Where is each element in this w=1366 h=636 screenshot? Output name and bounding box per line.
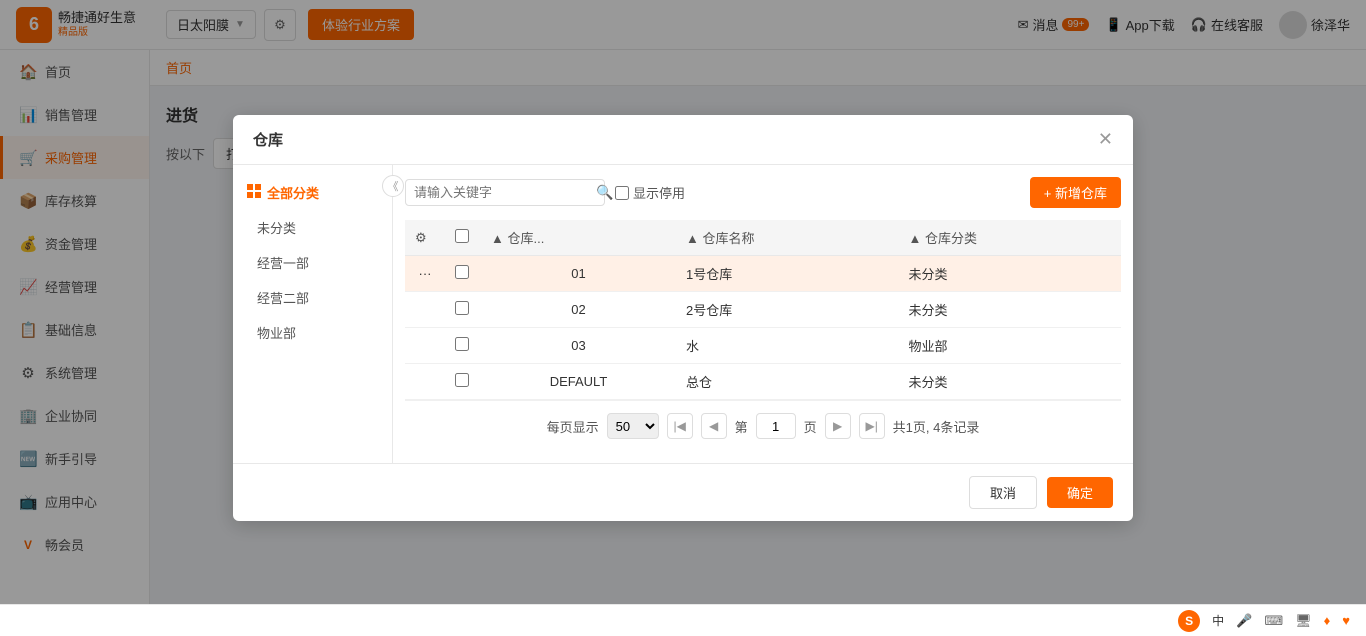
dialog-close-button[interactable]: ✕ (1098, 129, 1113, 150)
first-page-button[interactable]: |◀ (667, 413, 693, 439)
category-item-ops1[interactable]: 经营一部 (233, 245, 392, 280)
row-gear: ··· (405, 256, 445, 292)
row-gear (405, 364, 445, 400)
row-name: 1号仓库 (676, 256, 898, 292)
show-disabled-text: 显示停用 (633, 183, 685, 202)
col-checkbox (445, 220, 481, 256)
show-disabled-label[interactable]: 显示停用 (615, 183, 685, 202)
pagination: 每页显示 50 100 200 |◀ ◀ 第 页 ▶ ▶| 共1页, 4条记录 (405, 400, 1121, 451)
mic-icon: 🎤 (1236, 613, 1252, 629)
row-num: 01 (481, 256, 676, 292)
cancel-button[interactable]: 取消 (969, 476, 1037, 509)
row-select-checkbox[interactable] (455, 373, 469, 387)
prev-page-button[interactable]: ◀ (701, 413, 727, 439)
search-box[interactable]: 🔍 (405, 179, 605, 206)
per-page-label: 每页显示 (547, 417, 599, 436)
row-select-checkbox[interactable] (455, 265, 469, 279)
s-logo: S (1178, 610, 1200, 632)
all-categories-header[interactable]: 全部分类 (233, 175, 392, 210)
row-checkbox[interactable] (445, 256, 481, 292)
grid-icon (247, 184, 261, 201)
row-checkbox[interactable] (445, 292, 481, 328)
row-name: 水 (676, 328, 898, 364)
row-gear (405, 328, 445, 364)
page-label: 第 (735, 417, 748, 436)
heart-icon: ♥ (1342, 613, 1350, 628)
table-head: ⚙ ▲ 仓库... ▲ 仓库名称 ▲ 仓库分类 (405, 220, 1121, 256)
table-row[interactable]: 02 2号仓库 未分类 (405, 292, 1121, 328)
dialog-header: 仓库 ✕ (233, 115, 1133, 165)
dialog-body: 全部分类 《 未分类 经营一部 经营二部 物业部 🔍 显 (233, 165, 1133, 463)
new-warehouse-button[interactable]: + 新增仓库 (1030, 177, 1121, 208)
row-checkbox[interactable] (445, 328, 481, 364)
total-info: 共1页, 4条记录 (893, 417, 980, 436)
per-page-select[interactable]: 50 100 200 (607, 413, 659, 439)
col-code: ▲ 仓库... (481, 220, 676, 256)
table-toolbar: 🔍 显示停用 + 新增仓库 (405, 177, 1121, 208)
table-row[interactable]: DEFAULT 总仓 未分类 (405, 364, 1121, 400)
row-num: 03 (481, 328, 676, 364)
dialog-title: 仓库 (253, 129, 283, 150)
search-icon: 🔍 (596, 184, 613, 201)
row-num: DEFAULT (481, 364, 676, 400)
row-name: 2号仓库 (676, 292, 898, 328)
dialog-footer: 取消 确定 (233, 463, 1133, 521)
show-disabled-checkbox[interactable] (615, 186, 629, 200)
last-page-button[interactable]: ▶| (859, 413, 885, 439)
modal-overlay: 仓库 ✕ 全部分类 《 未分类 经营一部 经营二部 物业部 (0, 0, 1366, 636)
table-container: ⚙ ▲ 仓库... ▲ 仓库名称 ▲ 仓库分类 (405, 220, 1121, 400)
row-category: 未分类 (899, 364, 1122, 400)
warehouse-dialog: 仓库 ✕ 全部分类 《 未分类 经营一部 经营二部 物业部 (233, 115, 1133, 521)
row-select-checkbox[interactable] (455, 337, 469, 351)
table-area: 🔍 显示停用 + 新增仓库 ⚙ (393, 165, 1133, 463)
page-number-input[interactable] (756, 413, 796, 439)
table-body: ··· 01 1号仓库 未分类 02 2号仓库 (405, 256, 1121, 400)
sidebar-collapse-button[interactable]: 《 (382, 175, 404, 197)
table-row[interactable]: 03 水 物业部 (405, 328, 1121, 364)
monitor-icon: 🖥 (1295, 613, 1312, 629)
row-category: 未分类 (899, 292, 1122, 328)
row-name: 总仓 (676, 364, 898, 400)
row-category: 未分类 (899, 256, 1122, 292)
all-categories-label: 全部分类 (267, 183, 319, 202)
category-item-ops2[interactable]: 经营二部 (233, 280, 392, 315)
confirm-button[interactable]: 确定 (1047, 477, 1113, 508)
diamond-icon: ♦ (1324, 613, 1331, 628)
next-page-button[interactable]: ▶ (825, 413, 851, 439)
row-category: 物业部 (899, 328, 1122, 364)
page-unit: 页 (804, 417, 817, 436)
zh-icon: 中 (1212, 612, 1224, 629)
search-input[interactable] (414, 185, 590, 200)
category-sidebar: 全部分类 《 未分类 经营一部 经营二部 物业部 (233, 165, 393, 463)
row-checkbox[interactable] (445, 364, 481, 400)
col-name: ▲ 仓库名称 (676, 220, 898, 256)
bottom-bar: S 中 🎤 ⌨ 🖥 ♦ ♥ (0, 604, 1366, 636)
keyboard-icon: ⌨ (1264, 613, 1283, 629)
row-gear (405, 292, 445, 328)
warehouse-table: ⚙ ▲ 仓库... ▲ 仓库名称 ▲ 仓库分类 (405, 220, 1121, 400)
col-category: ▲ 仓库分类 (899, 220, 1122, 256)
category-item-property[interactable]: 物业部 (233, 315, 392, 350)
table-header-row: ⚙ ▲ 仓库... ▲ 仓库名称 ▲ 仓库分类 (405, 220, 1121, 256)
row-num: 02 (481, 292, 676, 328)
col-gear: ⚙ (405, 220, 445, 256)
table-row[interactable]: ··· 01 1号仓库 未分类 (405, 256, 1121, 292)
row-select-checkbox[interactable] (455, 301, 469, 315)
select-all-checkbox[interactable] (455, 229, 469, 243)
category-item-unclassified[interactable]: 未分类 (233, 210, 392, 245)
